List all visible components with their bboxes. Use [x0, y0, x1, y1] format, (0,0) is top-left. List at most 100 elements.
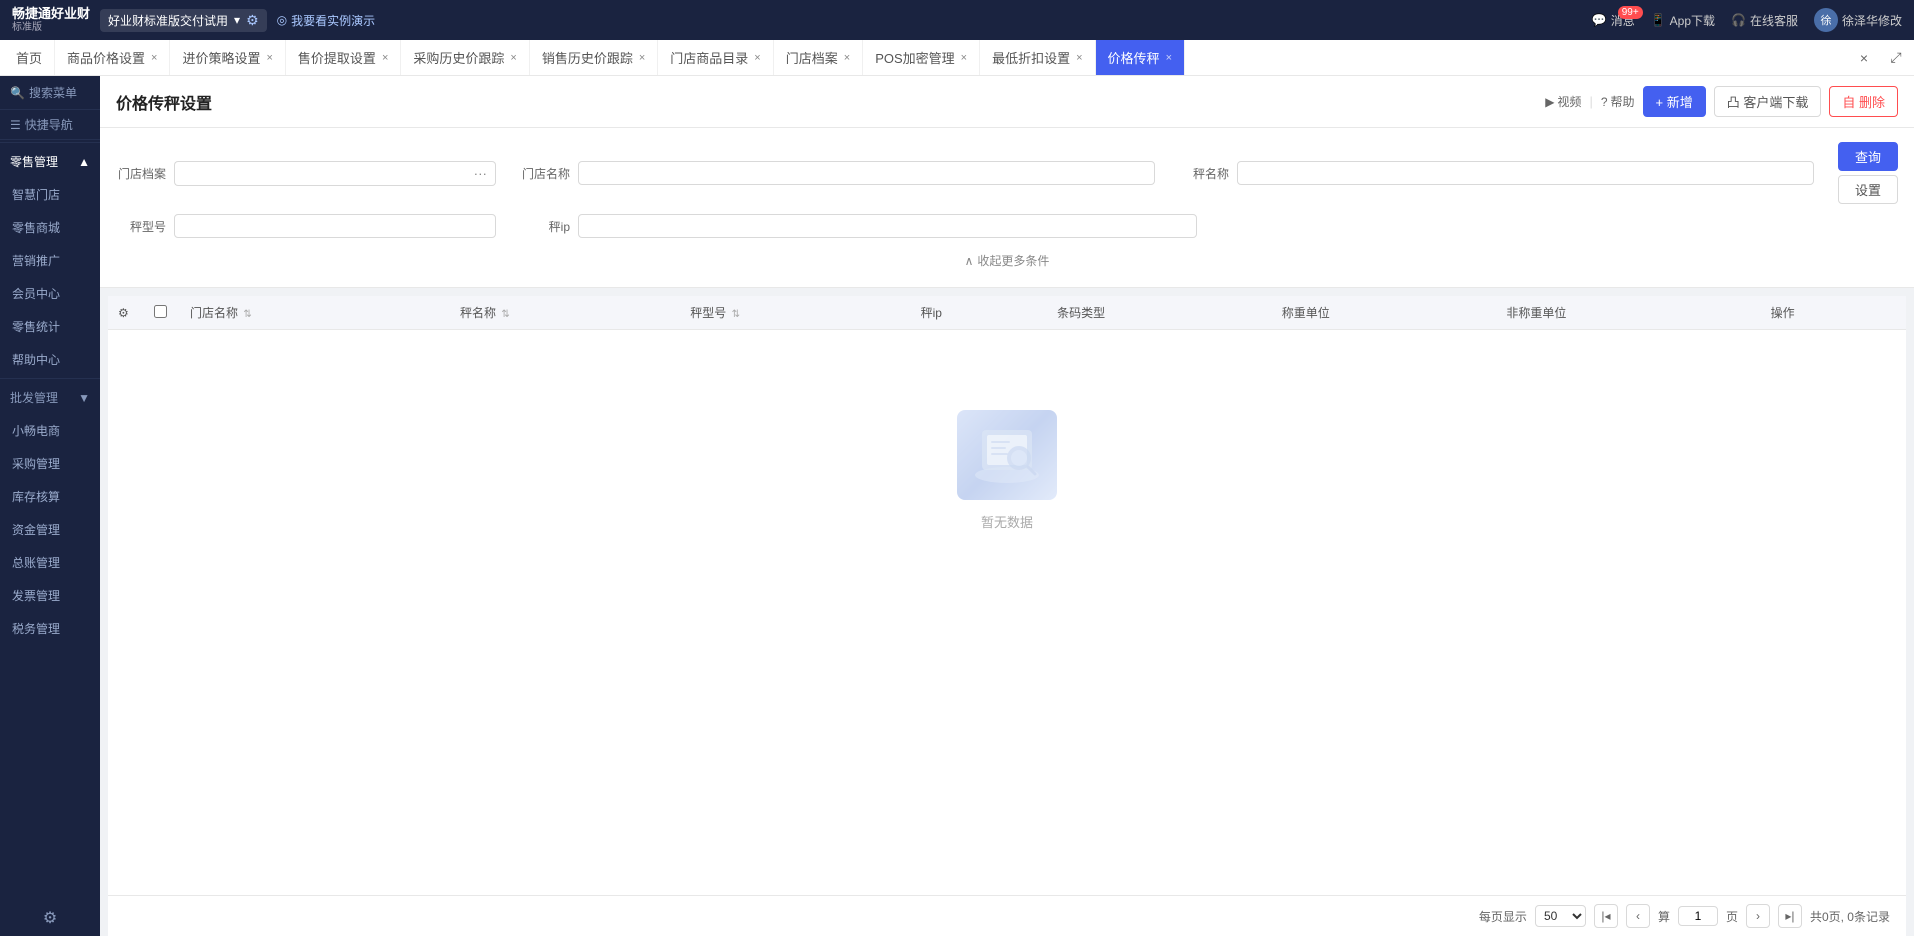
table-area: ⚙ 门店名称 ⇅ 秤名称 ⇅ — [108, 296, 1906, 936]
tab-price-scale[interactable]: 价格传秤 × — [1096, 40, 1185, 76]
sidebar: 🔍 搜索菜单 ☰ 快捷导航 零售管理 ▲ 智慧门店 零售商城 营销推广 会员中心… — [0, 76, 100, 936]
online-service-button[interactable]: 🎧 在线客服 — [1731, 12, 1798, 29]
close-icon[interactable]: × — [382, 52, 388, 64]
message-button[interactable]: 💬 消息 99+ — [1592, 12, 1635, 29]
last-page-button[interactable]: ▸| — [1778, 904, 1802, 928]
scale-ip-field: 秤ip — [520, 214, 1197, 238]
close-icon[interactable]: × — [844, 52, 850, 64]
close-icon[interactable]: × — [639, 52, 645, 64]
sidebar-item-smart-store[interactable]: 智慧门店 — [0, 178, 100, 211]
store-archive-field: 门店档案 ··· — [116, 161, 496, 186]
help-link[interactable]: ? 帮助 — [1601, 93, 1635, 110]
logo-area: 畅捷通好业财 标准版 — [12, 6, 90, 34]
message-badge: 99+ — [1618, 6, 1643, 19]
app-title: 畅捷通好业财 — [12, 6, 90, 22]
delete-button[interactable]: 自 删除 — [1829, 86, 1898, 117]
sidebar-item-ecommerce[interactable]: 小畅电商 — [0, 414, 100, 447]
tab-store-catalog[interactable]: 门店商品目录 × — [658, 40, 773, 76]
sidebar-item-retail-stats[interactable]: 零售统计 — [0, 310, 100, 343]
settings-icon[interactable]: ⚙ — [246, 12, 259, 29]
close-icon[interactable]: × — [510, 52, 516, 64]
gear-icon[interactable]: ⚙ — [43, 908, 57, 928]
sidebar-quick-nav[interactable]: ☰ 快捷导航 — [0, 110, 100, 140]
sidebar-item-marketing[interactable]: 营销推广 — [0, 244, 100, 277]
sidebar-search[interactable]: 🔍 搜索菜单 — [0, 76, 100, 110]
scale-model-input[interactable] — [174, 214, 496, 238]
top-bar: 畅捷通好业财 标准版 好业财标准版交付试用 ▾ ⚙ ◎ 我要看实例演示 💬 消息… — [0, 0, 1914, 40]
settings-icon[interactable]: ⚙ — [118, 306, 129, 320]
scale-name-label: 秤名称 — [1179, 165, 1229, 182]
sidebar-item-wholesale[interactable]: 批发管理 ▼ — [0, 381, 100, 414]
tab-controls: × ⤢ — [1850, 44, 1910, 72]
app-download-button[interactable]: 📱 App下载 — [1651, 12, 1715, 29]
col-weight-unit: 称重单位 — [1272, 296, 1497, 330]
close-icon[interactable]: × — [151, 52, 157, 64]
store-archive-label: 门店档案 — [116, 165, 166, 182]
first-page-button[interactable]: |◂ — [1594, 904, 1618, 928]
settings-query-button[interactable]: 设置 — [1838, 175, 1898, 204]
headset-icon: 🎧 — [1731, 13, 1746, 27]
tab-min-discount[interactable]: 最低折扣设置 × — [980, 40, 1095, 76]
page-size-label: 每页显示 — [1479, 908, 1527, 925]
sort-icon[interactable]: ⇅ — [501, 309, 509, 320]
sidebar-item-online-store[interactable]: 零售商城 — [0, 211, 100, 244]
page-number-input[interactable] — [1678, 906, 1718, 926]
search-area: 门店档案 ··· 门店名称 秤名称 查询 — [100, 128, 1914, 288]
page-title: 价格传秤设置 — [116, 90, 212, 114]
store-name-input[interactable] — [578, 161, 1155, 185]
sidebar-item-invoice[interactable]: 发票管理 — [0, 579, 100, 612]
tab-purchase-strategy[interactable]: 进价策略设置 × — [170, 40, 285, 76]
demo-button[interactable]: ◎ 我要看实例演示 — [277, 12, 376, 29]
tab-bar: 首页 商品价格设置 × 进价策略设置 × 售价提取设置 × 采购历史价跟踪 × … — [0, 40, 1914, 76]
store-archive-extra-btn[interactable]: ··· — [466, 161, 496, 186]
collapse-bar[interactable]: ∧ 收起更多条件 — [116, 248, 1898, 273]
version-dropdown[interactable]: 好业财标准版交付试用 ▾ ⚙ — [100, 9, 267, 32]
page-size-select[interactable]: 50 20 100 — [1535, 905, 1586, 927]
nav-icon: ☰ — [10, 118, 21, 132]
close-icon[interactable]: × — [754, 52, 760, 64]
sort-icon[interactable]: ⇅ — [243, 309, 251, 320]
sidebar-item-tax[interactable]: 税务管理 — [0, 612, 100, 645]
tab-home[interactable]: 首页 — [4, 40, 55, 76]
query-button[interactable]: 查询 — [1838, 142, 1898, 171]
close-icon[interactable]: × — [1076, 52, 1082, 64]
user-menu[interactable]: 徐 徐泽华修改 — [1814, 8, 1902, 32]
tab-commodity-price[interactable]: 商品价格设置 × — [55, 40, 170, 76]
sidebar-item-ledger[interactable]: 总账管理 — [0, 546, 100, 579]
sidebar-item-purchase[interactable]: 采购管理 — [0, 447, 100, 480]
prev-page-button[interactable]: ‹ — [1626, 904, 1650, 928]
add-button[interactable]: + 新增 — [1643, 86, 1706, 117]
message-icon: 💬 — [1592, 13, 1607, 27]
store-archive-input[interactable] — [174, 161, 466, 186]
tab-sale-extract[interactable]: 售价提取设置 × — [286, 40, 401, 76]
tab-store-archive[interactable]: 门店档案 × — [774, 40, 863, 76]
video-icon: ▶ — [1545, 95, 1554, 109]
page-suffix: 页 — [1726, 908, 1738, 925]
tab-sale-history[interactable]: 销售历史价跟踪 × — [530, 40, 658, 76]
scale-name-input[interactable] — [1237, 161, 1814, 185]
close-icon[interactable]: × — [961, 52, 967, 64]
table-header-row: ⚙ 门店名称 ⇅ 秤名称 ⇅ — [108, 296, 1906, 330]
sidebar-item-member[interactable]: 会员中心 — [0, 277, 100, 310]
col-store-name: 门店名称 ⇅ — [180, 296, 450, 330]
close-icon[interactable]: × — [1166, 52, 1172, 64]
sidebar-item-retail[interactable]: 零售管理 ▲ — [0, 145, 100, 178]
tab-purchase-history[interactable]: 采购历史价跟踪 × — [401, 40, 529, 76]
store-archive-input-wrapper: ··· — [174, 161, 496, 186]
sidebar-item-inventory[interactable]: 库存核算 — [0, 480, 100, 513]
play-icon: ◎ — [277, 13, 287, 27]
download-button[interactable]: 凸 客户端下载 — [1714, 86, 1822, 117]
sidebar-item-help[interactable]: 帮助中心 — [0, 343, 100, 376]
video-link[interactable]: ▶ 视频 — [1545, 93, 1581, 110]
expand-tab-button[interactable]: ⤢ — [1882, 44, 1910, 72]
close-icon[interactable]: × — [266, 52, 272, 64]
tab-pos[interactable]: POS加密管理 × — [863, 40, 980, 76]
select-all-checkbox[interactable] — [154, 305, 167, 318]
page-label: 算 — [1658, 908, 1670, 925]
scale-ip-input[interactable] — [578, 214, 1197, 238]
sidebar-item-finance[interactable]: 资金管理 — [0, 513, 100, 546]
sort-icon[interactable]: ⇅ — [732, 309, 740, 320]
search-icon: 🔍 — [10, 86, 25, 100]
next-page-button[interactable]: › — [1746, 904, 1770, 928]
close-tab-button[interactable]: × — [1850, 44, 1878, 72]
